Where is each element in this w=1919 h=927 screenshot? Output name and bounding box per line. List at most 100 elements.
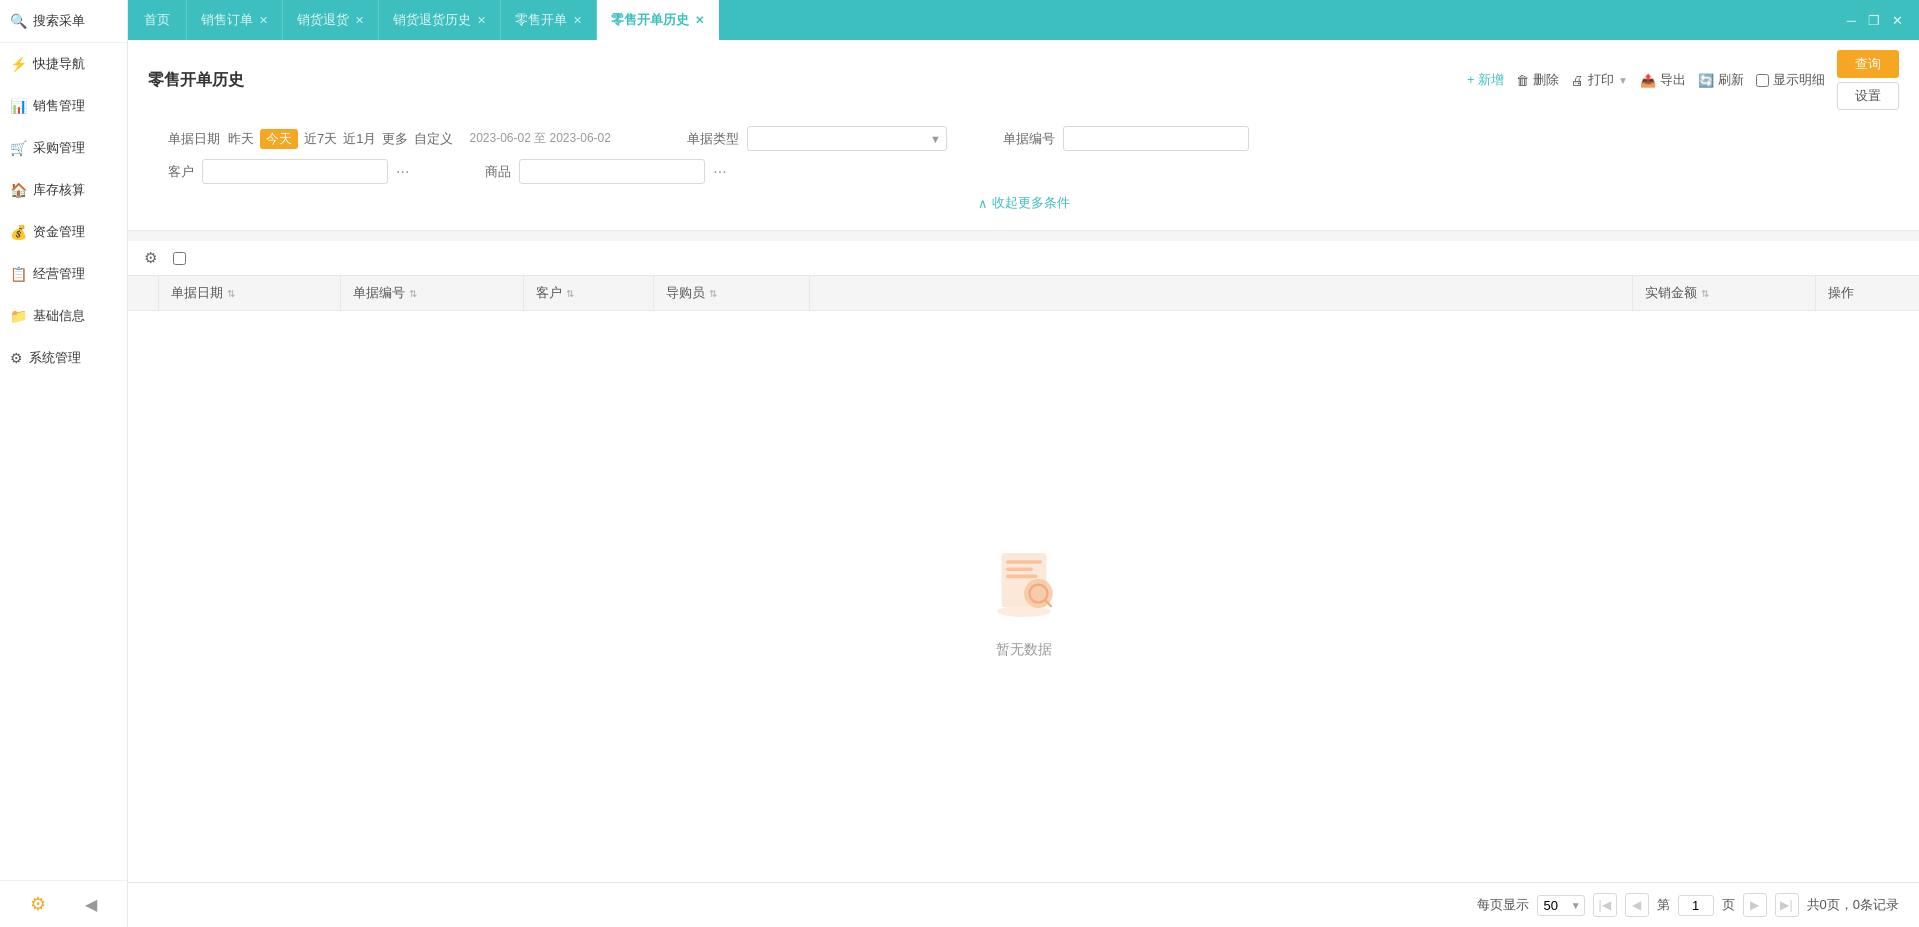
empty-state: 暂无数据 (128, 311, 1919, 882)
last-page-button[interactable]: ▶| (1775, 893, 1799, 917)
bill-no-input[interactable] (1063, 126, 1249, 151)
display-detail-label: 显示明细 (1773, 71, 1825, 89)
print-button[interactable]: 🖨 打印 ▼ (1571, 71, 1628, 89)
settings-icon[interactable]: ⚙ (30, 893, 46, 915)
minimize-icon[interactable]: ─ (1847, 13, 1856, 28)
restore-icon[interactable]: ❐ (1868, 13, 1880, 28)
tab-retail-open-history-label: 零售开单历史 (611, 11, 689, 29)
new-button-label: + 新增 (1467, 71, 1504, 89)
sidebar-item-quick-nav[interactable]: ⚡ 快捷导航 (0, 43, 127, 85)
date-range-group: 2023-06-02 至 2023-06-02 (469, 130, 610, 147)
refresh-button-label: 刷新 (1718, 71, 1744, 89)
delete-button-label: 删除 (1533, 71, 1559, 89)
export-button[interactable]: 📤 导出 (1640, 71, 1686, 89)
th-no-label: 单据编号 (353, 284, 405, 302)
empty-icon (979, 535, 1069, 625)
product-input[interactable] (519, 159, 705, 184)
page-size-select[interactable]: 50 10 20 100 (1537, 895, 1585, 916)
sidebar-search[interactable]: 🔍 搜索采单 (0, 0, 127, 43)
th-customer[interactable]: 客户 ⇅ (524, 276, 654, 311)
product-more-icon[interactable]: ··· (713, 163, 726, 181)
display-detail-checkbox[interactable] (1756, 74, 1769, 87)
display-detail-checkbox-group[interactable]: 显示明细 (1756, 71, 1825, 89)
th-no-sort-icon: ⇅ (409, 288, 417, 299)
table-settings-icon[interactable]: ⚙ (144, 249, 157, 267)
delete-button[interactable]: 🗑 删除 (1516, 71, 1559, 89)
tab-sales-order-close[interactable]: ✕ (259, 14, 268, 27)
customer-input[interactable] (202, 159, 388, 184)
close-window-icon[interactable]: ✕ (1892, 13, 1903, 28)
date-filter-label: 单据日期 (168, 130, 220, 148)
topbar-tabs: 首页 销售订单 ✕ 销货退货 ✕ 销货退货历史 ✕ 零售开单 ✕ 零售开单历史 … (128, 0, 719, 40)
tab-retail-open-history[interactable]: 零售开单历史 ✕ (597, 0, 719, 40)
shortcut-custom[interactable]: 自定义 (414, 130, 453, 148)
sidebar-item-label: 资金管理 (33, 223, 85, 241)
filter-area: 单据日期 昨天 今天 近7天 近1月 更多 自定义 2023-06-02 至 2… (148, 116, 1899, 230)
bill-no-label: 单据编号 (1003, 130, 1055, 148)
refresh-button[interactable]: 🔄 刷新 (1698, 71, 1744, 89)
prev-page-button[interactable]: ◀ (1625, 893, 1649, 917)
table-header-row: 单据日期 ⇅ 单据编号 ⇅ 客户 (128, 276, 1919, 311)
shortcut-7days[interactable]: 近7天 (304, 130, 337, 148)
tab-sales-return-history-close[interactable]: ✕ (477, 14, 486, 27)
page-label-before: 第 (1657, 896, 1670, 914)
page-title-row: 零售开单历史 + 新增 🗑 删除 🖨 打印 ▼ 📤 (148, 50, 1899, 110)
total-info: 共0页，0条记录 (1807, 896, 1899, 914)
select-all-checkbox[interactable] (173, 252, 186, 265)
settings-button[interactable]: 设置 (1837, 82, 1899, 110)
sidebar-item-basic-info[interactable]: 📁 基础信息 (0, 295, 127, 337)
tab-sales-return-history[interactable]: 销货退货历史 ✕ (379, 0, 501, 40)
shortcut-1month[interactable]: 近1月 (343, 130, 376, 148)
sidebar-item-inventory[interactable]: 🏠 库存核算 (0, 169, 127, 211)
shortcut-today[interactable]: 今天 (260, 129, 298, 149)
product-filter-label: 商品 (485, 163, 511, 181)
th-operation-label: 操作 (1828, 285, 1854, 300)
th-date-sort-icon: ⇅ (227, 288, 235, 299)
current-page-input[interactable] (1678, 895, 1714, 916)
th-date[interactable]: 单据日期 ⇅ (158, 276, 341, 311)
tab-sales-return-close[interactable]: ✕ (355, 14, 364, 27)
first-page-button[interactable]: |◀ (1593, 893, 1617, 917)
th-no[interactable]: 单据编号 ⇅ (341, 276, 524, 311)
sidebar-item-operations[interactable]: 📋 经营管理 (0, 253, 127, 295)
sidebar-item-sales-mgmt[interactable]: 📊 销售管理 (0, 85, 127, 127)
collapse-icon: ∧ (978, 196, 988, 211)
th-salesperson[interactable]: 导购员 ⇅ (653, 276, 809, 311)
print-icon: 🖨 (1571, 73, 1584, 88)
tab-sales-return[interactable]: 销货退货 ✕ (283, 0, 379, 40)
svg-rect-4 (1006, 574, 1038, 578)
sidebar-search-label: 搜索采单 (33, 12, 85, 30)
tab-retail-open-history-close[interactable]: ✕ (695, 14, 704, 27)
sidebar-item-finance[interactable]: 💰 资金管理 (0, 211, 127, 253)
sidebar-item-system-mgmt[interactable]: ⚙ 系统管理 (0, 337, 127, 379)
bill-type-select-wrap: ▼ (747, 126, 947, 151)
page-size-wrap: 50 10 20 100 ▼ (1537, 895, 1585, 916)
shortcut-more[interactable]: 更多 (382, 130, 408, 148)
sidebar-item-purchase-mgmt[interactable]: 🛒 采购管理 (0, 127, 127, 169)
sidebar-item-label: 系统管理 (29, 349, 81, 367)
th-customer-label: 客户 (536, 284, 562, 302)
customer-more-icon[interactable]: ··· (396, 163, 409, 181)
bill-type-select[interactable] (747, 126, 947, 151)
tab-sales-return-history-label: 销货退货历史 (393, 11, 471, 29)
collapse-sidebar-icon[interactable]: ◀ (85, 895, 97, 914)
tab-home[interactable]: 首页 (128, 0, 187, 40)
th-actual-amount[interactable]: 实销金额 ⇅ (1632, 276, 1815, 311)
th-salesperson-sort-icon: ⇅ (709, 288, 717, 299)
system-mgmt-icon: ⚙ (10, 350, 23, 366)
tab-retail-open-close[interactable]: ✕ (573, 14, 582, 27)
shortcut-yesterday[interactable]: 昨天 (228, 130, 254, 148)
tab-retail-open[interactable]: 零售开单 ✕ (501, 0, 597, 40)
table-container: ⚙ 单据日期 ⇅ 单据编 (128, 241, 1919, 882)
search-icon: 🔍 (10, 13, 27, 29)
tab-sales-order[interactable]: 销售订单 ✕ (187, 0, 283, 40)
sidebar-item-label: 采购管理 (33, 139, 85, 157)
query-button[interactable]: 查询 (1837, 50, 1899, 78)
operations-icon: 📋 (10, 266, 27, 282)
next-page-button[interactable]: ▶ (1743, 893, 1767, 917)
new-button[interactable]: + 新增 (1467, 71, 1504, 89)
th-spacer (810, 276, 1632, 311)
refresh-icon: 🔄 (1698, 73, 1714, 88)
collapse-filter-btn[interactable]: ∧ 收起更多条件 (168, 192, 1879, 220)
svg-rect-3 (1006, 567, 1033, 571)
